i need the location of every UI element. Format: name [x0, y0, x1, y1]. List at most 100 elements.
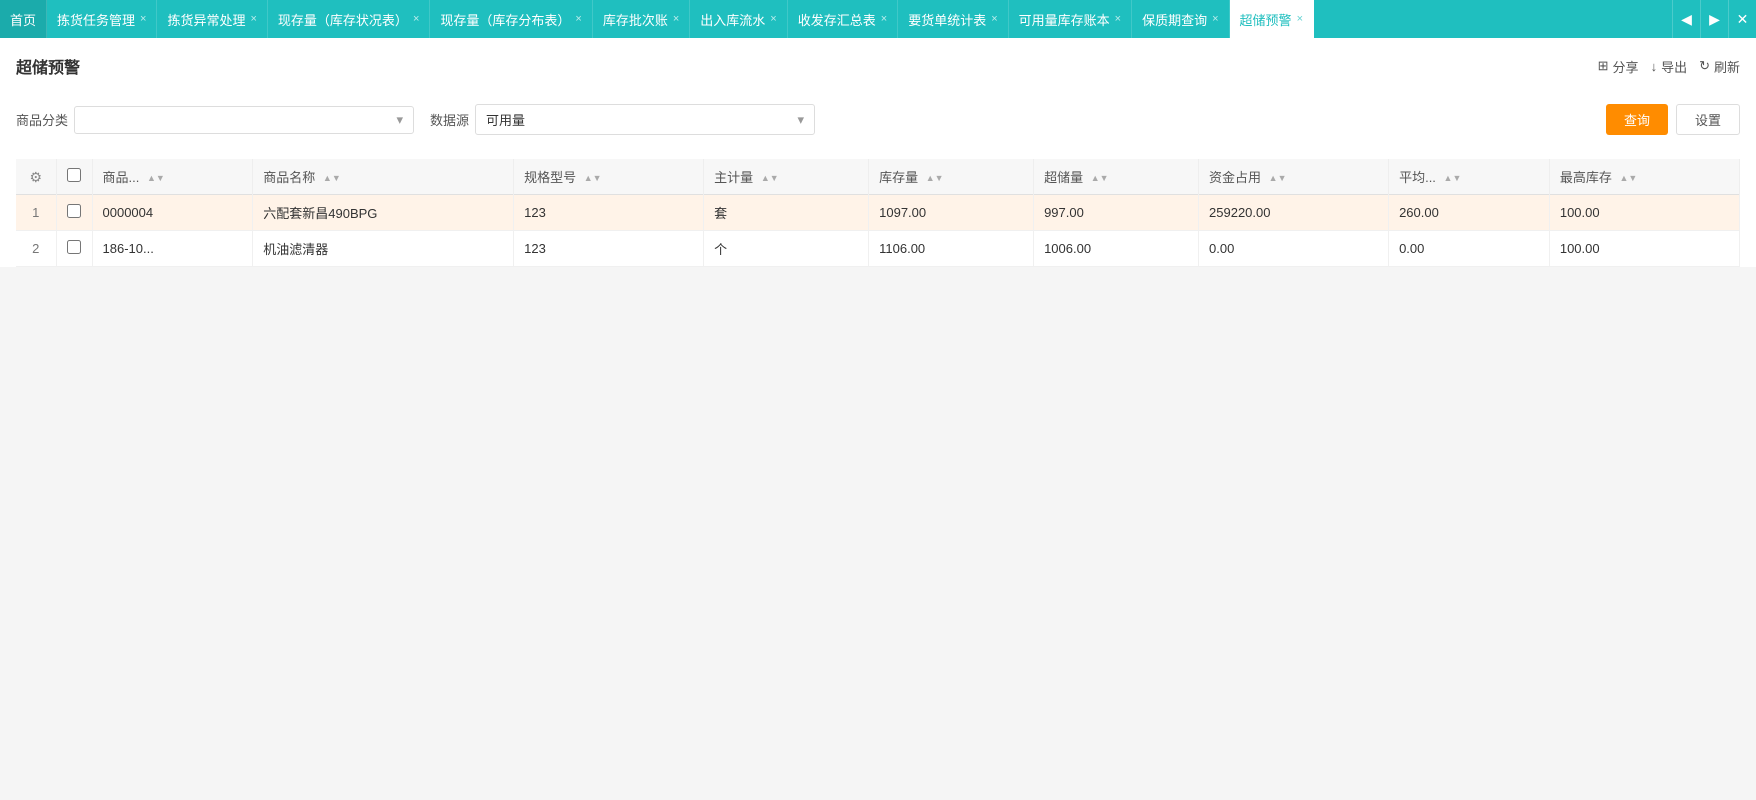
export-icon: ↓	[1651, 59, 1658, 74]
row-1-avg: 260.00	[1389, 195, 1550, 231]
close-tab-picking-task[interactable]: ×	[140, 13, 146, 25]
col-product-name: 商品名称 ▲▼	[253, 159, 514, 195]
nav-item-shelf-life[interactable]: 保质期查询 ×	[1132, 0, 1229, 38]
row-2-avg: 0.00	[1389, 231, 1550, 267]
nav-item-home[interactable]: 首页	[0, 0, 47, 38]
nav-item-available-account[interactable]: 可用量库存账本 ×	[1009, 0, 1132, 38]
close-tab-available-account[interactable]: ×	[1115, 13, 1121, 25]
row-2-max-stock: 100.00	[1549, 231, 1739, 267]
sort-icon-overstock[interactable]: ▲▼	[1091, 174, 1109, 183]
datasource-filter: 数据源 可用量 ▾	[430, 104, 815, 135]
gear-icon[interactable]: ⚙	[28, 169, 44, 185]
export-button[interactable]: ↓ 导出	[1651, 57, 1688, 76]
table-row: 1 0000004 六配套新昌490BPG 123 套 1097.00 997.…	[16, 195, 1740, 231]
row-2-product-code: 186-10...	[92, 231, 253, 267]
nav-arrow-prev[interactable]: ◀	[1672, 0, 1700, 38]
nav-item-inventory-status[interactable]: 现存量（库存状况表） ×	[268, 0, 430, 38]
filter-actions: 查询 设置	[1606, 104, 1740, 135]
sort-icon-avg[interactable]: ▲▼	[1444, 174, 1462, 183]
nav-arrow-close[interactable]: ✕	[1728, 0, 1756, 38]
col-capital: 资金占用 ▲▼	[1199, 159, 1389, 195]
row-num-2: 2	[16, 231, 56, 267]
close-tab-shelf-life[interactable]: ×	[1212, 13, 1218, 25]
close-tab-inventory-dist[interactable]: ×	[575, 13, 581, 25]
share-button[interactable]: ⊞ 分享	[1598, 57, 1639, 76]
row-2-stock: 1106.00	[869, 231, 1034, 267]
row-1-overstock: 997.00	[1034, 195, 1199, 231]
close-tab-inout-flow[interactable]: ×	[770, 13, 776, 25]
sort-icon-unit[interactable]: ▲▼	[761, 174, 779, 183]
nav-item-summary[interactable]: 收发存汇总表 ×	[788, 0, 898, 38]
category-label: 商品分类	[16, 110, 68, 129]
nav-item-picking-task[interactable]: 拣货任务管理 ×	[47, 0, 157, 38]
row-1-stock: 1097.00	[869, 195, 1034, 231]
close-tab-picking-exception[interactable]: ×	[250, 13, 256, 25]
filter-bar: 商品分类 ▾ 数据源 可用量 ▾ 查询 设置	[16, 94, 1740, 145]
col-avg: 平均... ▲▼	[1389, 159, 1550, 195]
overstock-table: ⚙ 商品... ▲▼ 商品名称 ▲▼ 规格型号 ▲▼	[16, 159, 1740, 267]
close-tab-batch-account[interactable]: ×	[673, 13, 679, 25]
row-2-checkbox[interactable]	[67, 240, 81, 254]
nav-item-inventory-dist[interactable]: 现存量（库存分布表） ×	[430, 0, 592, 38]
sort-icon-capital[interactable]: ▲▼	[1269, 174, 1287, 183]
sort-icon-max-stock[interactable]: ▲▼	[1619, 174, 1637, 183]
row-1-unit: 套	[704, 195, 869, 231]
datasource-select[interactable]: 可用量 ▾	[475, 104, 815, 135]
close-tab-summary[interactable]: ×	[881, 13, 887, 25]
datasource-dropdown-icon: ▾	[798, 112, 805, 128]
category-dropdown-icon: ▾	[396, 112, 403, 128]
close-tab-inventory-status[interactable]: ×	[413, 13, 419, 25]
settings-button[interactable]: 设置	[1676, 104, 1740, 135]
refresh-button[interactable]: ↻ 刷新	[1699, 57, 1740, 76]
table-container: ⚙ 商品... ▲▼ 商品名称 ▲▼ 规格型号 ▲▼	[16, 159, 1740, 267]
query-button[interactable]: 查询	[1606, 104, 1668, 135]
row-num-1: 1	[16, 195, 56, 231]
col-stock: 库存量 ▲▼	[869, 159, 1034, 195]
row-checkbox-1	[56, 195, 92, 231]
table-body: 1 0000004 六配套新昌490BPG 123 套 1097.00 997.…	[16, 195, 1740, 267]
sort-icon-stock[interactable]: ▲▼	[926, 174, 944, 183]
col-product-code: 商品... ▲▼	[92, 159, 253, 195]
sort-icon-spec[interactable]: ▲▼	[584, 174, 602, 183]
refresh-icon: ↻	[1699, 58, 1710, 74]
page-content: 超储预警 ⊞ 分享 ↓ 导出 ↻ 刷新 商品分类 ▾ 数据源	[0, 38, 1756, 267]
top-navigation: 首页 拣货任务管理 × 拣货异常处理 × 现存量（库存状况表） × 现存量（库存…	[0, 0, 1756, 38]
nav-item-overstock[interactable]: 超储预警 ×	[1230, 0, 1314, 38]
row-1-product-code: 0000004	[92, 195, 253, 231]
row-1-capital: 259220.00	[1199, 195, 1389, 231]
nav-arrows-container: ◀ ▶ ✕	[1672, 0, 1756, 38]
page-title: 超储预警	[16, 54, 80, 78]
settings-col-header: ⚙	[16, 159, 56, 195]
col-unit: 主计量 ▲▼	[704, 159, 869, 195]
sort-icon-product-name[interactable]: ▲▼	[323, 174, 341, 183]
share-icon: ⊞	[1598, 58, 1609, 74]
nav-item-picking-exception[interactable]: 拣货异常处理 ×	[157, 0, 267, 38]
col-overstock: 超储量 ▲▼	[1034, 159, 1199, 195]
row-checkbox-2	[56, 231, 92, 267]
sort-icon-product-code[interactable]: ▲▼	[147, 174, 165, 183]
nav-item-batch-account[interactable]: 库存批次账 ×	[593, 0, 690, 38]
row-1-spec: 123	[514, 195, 704, 231]
table-row: 2 186-10... 机油滤清器 123 个 1106.00 1006.00 …	[16, 231, 1740, 267]
nav-item-inout-flow[interactable]: 出入库流水 ×	[690, 0, 787, 38]
row-2-spec: 123	[514, 231, 704, 267]
row-2-overstock: 1006.00	[1034, 231, 1199, 267]
row-1-checkbox[interactable]	[67, 204, 81, 218]
row-2-capital: 0.00	[1199, 231, 1389, 267]
nav-arrow-next[interactable]: ▶	[1700, 0, 1728, 38]
close-tab-order-stats[interactable]: ×	[991, 13, 997, 25]
table-header-row: ⚙ 商品... ▲▼ 商品名称 ▲▼ 规格型号 ▲▼	[16, 159, 1740, 195]
row-1-product-name: 六配套新昌490BPG	[253, 195, 514, 231]
checkbox-col-header	[56, 159, 92, 195]
select-all-checkbox[interactable]	[67, 168, 81, 182]
row-2-unit: 个	[704, 231, 869, 267]
row-2-product-name: 机油滤清器	[253, 231, 514, 267]
row-1-max-stock: 100.00	[1549, 195, 1739, 231]
category-select[interactable]: ▾	[74, 106, 414, 134]
col-max-stock: 最高库存 ▲▼	[1549, 159, 1739, 195]
datasource-label: 数据源	[430, 110, 469, 129]
nav-item-order-stats[interactable]: 要货单统计表 ×	[898, 0, 1008, 38]
close-tab-overstock[interactable]: ×	[1297, 13, 1303, 25]
category-filter: 商品分类 ▾	[16, 106, 414, 134]
datasource-select-value: 可用量	[486, 110, 525, 129]
